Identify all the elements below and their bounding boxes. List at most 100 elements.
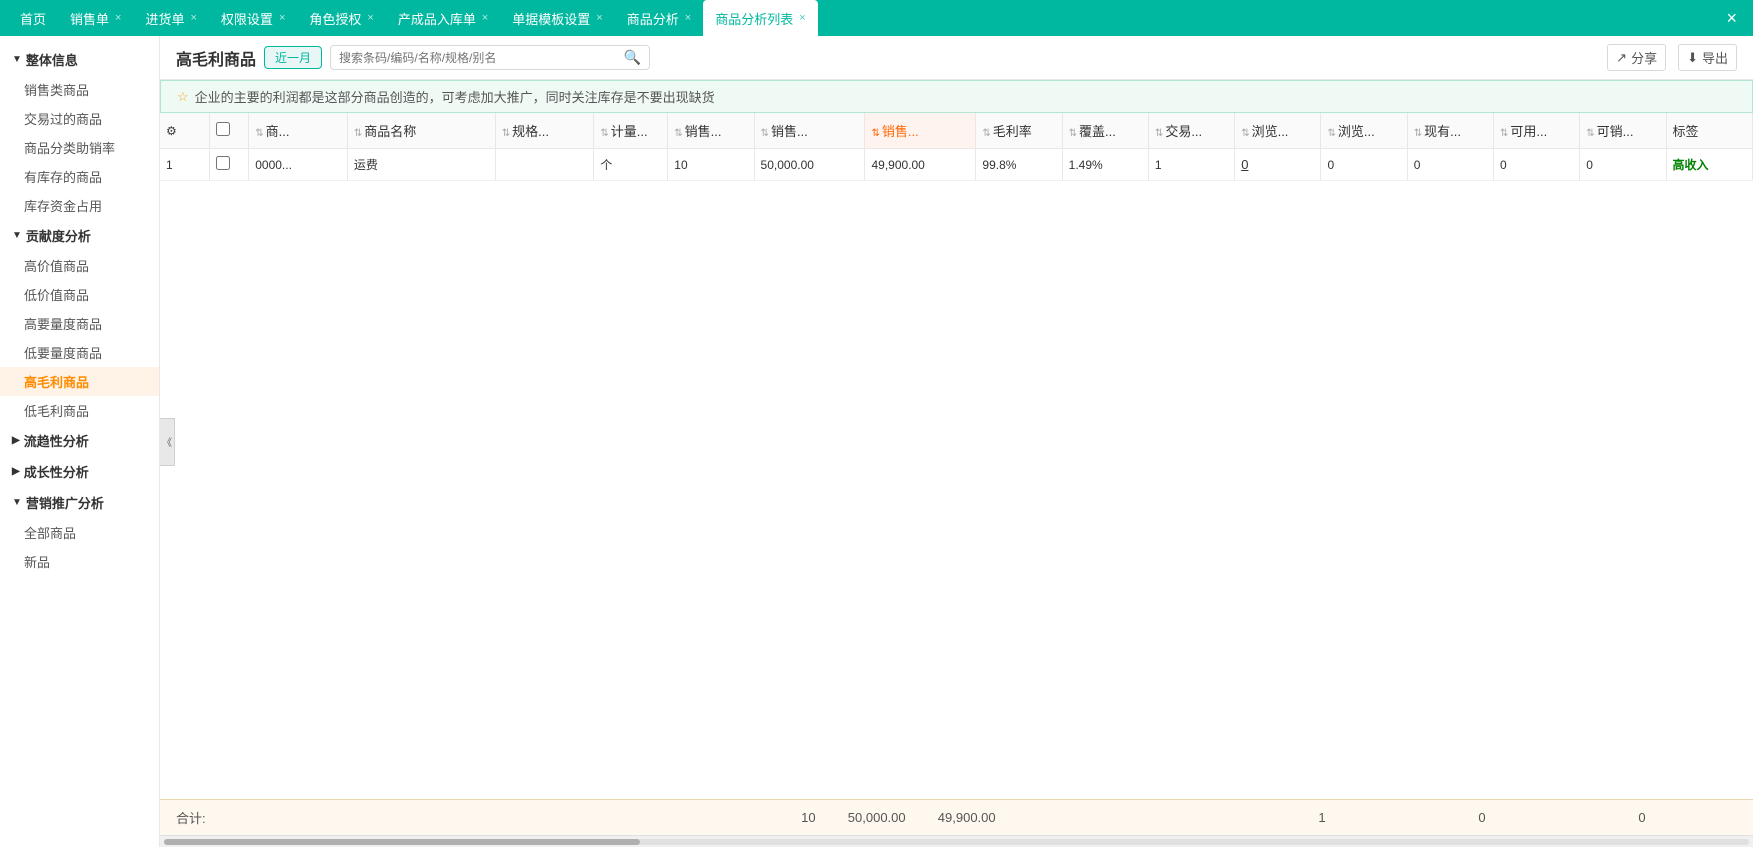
cell-checkbox[interactable] [209, 149, 248, 181]
collapse-arrow-icon: ▼ [12, 497, 22, 508]
sidebar-item-stocked-products[interactable]: 有库存的商品 [0, 162, 159, 191]
cell-browse1[interactable]: 0 [1235, 149, 1321, 181]
sidebar-item-low-margin[interactable]: 低毛利商品 [0, 396, 159, 425]
footer-code [382, 810, 462, 825]
scrollbar-track [164, 839, 1749, 845]
sidebar-group-contribution[interactable]: ▼ 贡献度分析 [0, 220, 159, 251]
search-icon[interactable]: 🔍 [624, 49, 641, 66]
nav-role-auth[interactable]: 角色授权 × [297, 0, 385, 36]
info-text: 企业的主要的利润都是这部分商品创造的，可考虑加大推广，同时关注库存是不要出现缺货 [195, 87, 715, 106]
sidebar-collapse-button[interactable]: 《 [160, 418, 175, 466]
cell-trade: 1 [1148, 149, 1234, 181]
data-table: ⚙ ⇅商... ⇅商品名称 ⇅规格... ⇅计量... [160, 113, 1753, 181]
sidebar-group-overview[interactable]: ▼ 整体信息 [0, 44, 159, 75]
share-icon: ↗ [1616, 50, 1627, 66]
sidebar-item-all-products[interactable]: 全部商品 [0, 518, 159, 547]
main-layout: ▼ 整体信息 销售类商品 交易过的商品 商品分类助销率 有库存的商品 库存资金占… [0, 36, 1753, 847]
footer-bar: 合计: 10 50,000.00 49,900.00 1 0 0 [160, 799, 1753, 835]
sidebar-item-high-value[interactable]: 高价值商品 [0, 251, 159, 280]
nav-template-settings[interactable]: 单据模板设置 × [500, 0, 614, 36]
footer-spec [582, 810, 662, 825]
scrollbar-thumb[interactable] [164, 839, 640, 845]
nav-close-icon[interactable]: × [685, 12, 691, 24]
table-container: ⚙ ⇅商... ⇅商品名称 ⇅规格... ⇅计量... [160, 113, 1753, 799]
nav-home[interactable]: 首页 [8, 0, 58, 36]
sidebar-item-new-products[interactable]: 新品 [0, 547, 159, 576]
col-header-cover[interactable]: ⇅覆盖... [1062, 113, 1148, 149]
sidebar-item-high-demand[interactable]: 高要量度商品 [0, 309, 159, 338]
col-header-qty[interactable]: ⇅销售... [668, 113, 754, 149]
col-header-code[interactable]: ⇅商... [249, 113, 348, 149]
footer-cover [1172, 810, 1252, 825]
cell-qty: 10 [668, 149, 754, 181]
footer-gross [1092, 810, 1172, 825]
nav-product-analysis[interactable]: 商品分析 × [615, 0, 703, 36]
nav-permission-settings[interactable]: 权限设置 × [209, 0, 297, 36]
window-close-button[interactable]: × [1718, 8, 1745, 29]
col-header-checkbox[interactable] [209, 113, 248, 149]
cell-cover: 1.49% [1062, 149, 1148, 181]
footer-total-label: 合计: [176, 808, 206, 827]
col-header-avail[interactable]: ⇅可用... [1493, 113, 1579, 149]
nav-finished-goods[interactable]: 产成品入库单 × [386, 0, 500, 36]
nav-product-analysis-list[interactable]: 商品分析列表 × [703, 0, 817, 36]
footer-trade: 1 [1252, 810, 1332, 825]
sidebar-item-stock-capital[interactable]: 库存资金占用 [0, 191, 159, 220]
nav-close-icon[interactable]: × [596, 12, 602, 24]
footer-browse1 [1332, 810, 1412, 825]
col-header-spec[interactable]: ⇅规格... [495, 113, 594, 149]
nav-purchase-order[interactable]: 进货单 × [133, 0, 208, 36]
share-button[interactable]: ↗ 分享 [1607, 44, 1666, 71]
table-row: 1 0000... 运费 个 10 50,000.00 49,900.00 99… [160, 149, 1753, 181]
col-header-sellable[interactable]: ⇅可销... [1580, 113, 1666, 149]
export-button[interactable]: ⬇ 导出 [1678, 44, 1737, 71]
col-header-unit[interactable]: ⇅计量... [594, 113, 668, 149]
col-header-browse1[interactable]: ⇅浏览... [1235, 113, 1321, 149]
nav-sales-order[interactable]: 销售单 × [58, 0, 133, 36]
col-header-sales2[interactable]: ⇅销售... [865, 113, 976, 149]
nav-close-icon[interactable]: × [190, 12, 196, 24]
cell-gross-rate: 99.8% [976, 149, 1062, 181]
collapse-arrow-icon: ▼ [12, 54, 22, 65]
cell-no: 1 [160, 149, 209, 181]
col-header-browse2[interactable]: ⇅浏览... [1321, 113, 1407, 149]
sidebar-group-growth[interactable]: ▶ 成长性分析 [0, 456, 159, 487]
collapse-arrow-icon: ▼ [12, 230, 22, 241]
footer-no [222, 810, 302, 825]
col-header-gross-rate[interactable]: ⇅毛利率 [976, 113, 1062, 149]
col-header-stock[interactable]: ⇅现有... [1407, 113, 1493, 149]
cell-avail: 0 [1493, 149, 1579, 181]
top-navigation: 首页 销售单 × 进货单 × 权限设置 × 角色授权 × 产成品入库单 × 单据… [0, 0, 1753, 36]
footer-stock [1492, 810, 1572, 825]
nav-close-icon[interactable]: × [799, 12, 805, 24]
sidebar-item-traded-products[interactable]: 交易过的商品 [0, 104, 159, 133]
table-header-row: ⚙ ⇅商... ⇅商品名称 ⇅规格... ⇅计量... [160, 113, 1753, 149]
cell-sales1: 50,000.00 [754, 149, 865, 181]
horizontal-scrollbar[interactable] [160, 835, 1753, 847]
col-header-trade[interactable]: ⇅交易... [1148, 113, 1234, 149]
cell-tag: 高收入 [1666, 149, 1752, 181]
col-header-sales1[interactable]: ⇅销售... [754, 113, 865, 149]
nav-close-icon[interactable]: × [482, 12, 488, 24]
sidebar-item-low-value[interactable]: 低价值商品 [0, 280, 159, 309]
export-icon: ⬇ [1687, 50, 1698, 66]
sidebar-group-trend[interactable]: ▶ 流趋性分析 [0, 425, 159, 456]
footer-qty: 10 [742, 810, 822, 825]
nav-close-icon[interactable]: × [279, 12, 285, 24]
sidebar-item-low-demand[interactable]: 低要量度商品 [0, 338, 159, 367]
filter-period-button[interactable]: 近一月 [264, 46, 322, 69]
search-input[interactable] [339, 51, 624, 65]
nav-close-icon[interactable]: × [115, 12, 121, 24]
sidebar-item-category-rate[interactable]: 商品分类助销率 [0, 133, 159, 162]
nav-close-icon[interactable]: × [367, 12, 373, 24]
col-header-settings[interactable]: ⚙ [160, 113, 209, 149]
cell-code: 0000... [249, 149, 348, 181]
sidebar-item-high-margin[interactable]: 高毛利商品 [0, 367, 159, 396]
sidebar-item-sales-products[interactable]: 销售类商品 [0, 75, 159, 104]
collapse-arrow-icon: ▶ [12, 466, 20, 477]
footer-name [462, 810, 582, 825]
col-header-name[interactable]: ⇅商品名称 [347, 113, 495, 149]
cell-unit: 个 [594, 149, 668, 181]
collapse-arrow-icon: ▶ [12, 435, 20, 446]
sidebar-group-marketing[interactable]: ▼ 营销推广分析 [0, 487, 159, 518]
